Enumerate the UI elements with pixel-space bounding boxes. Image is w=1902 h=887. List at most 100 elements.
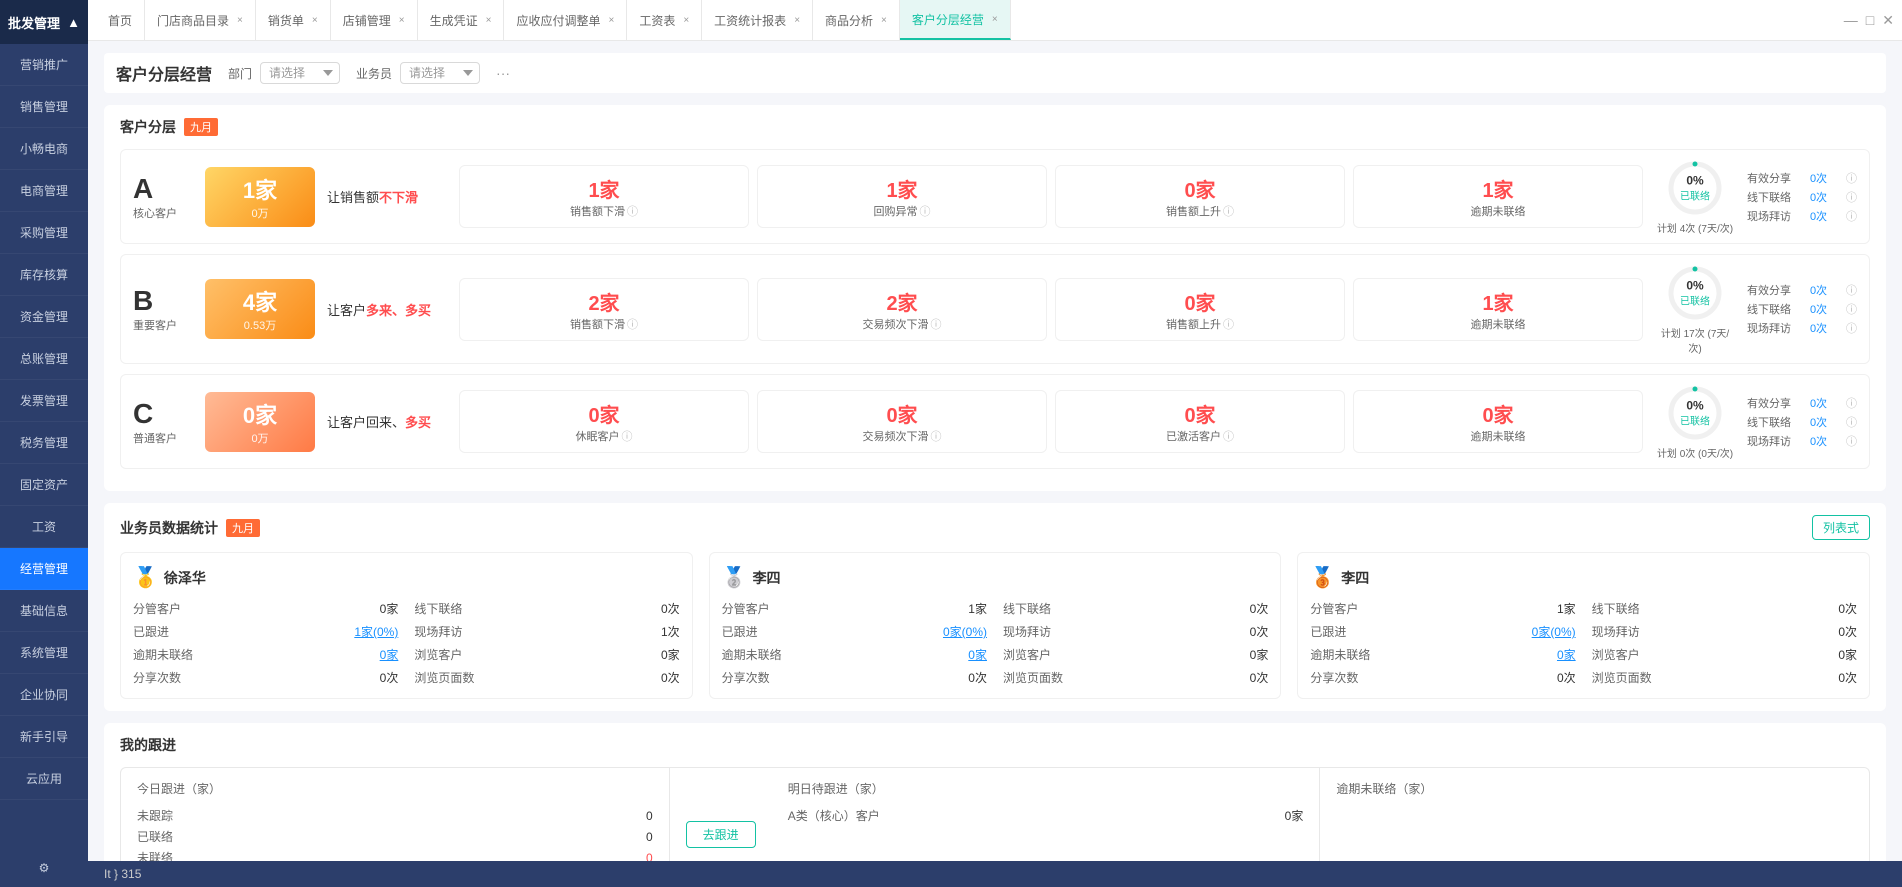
sidebar-item-基础信息[interactable]: 基础信息 (0, 590, 88, 632)
followup-section: 我的跟进 今日跟进（家） 未跟踪 0 已联络 0 未联络 0 下次跟进 0 (104, 723, 1886, 861)
staff-stat-row: 现场拜访 0次 (1003, 623, 1268, 640)
info-icon[interactable]: ⓘ (627, 203, 638, 219)
stat-card: 1家 回购异常 ⓘ (757, 165, 1047, 228)
tab-商品分析[interactable]: 商品分析× (813, 0, 900, 40)
info-icon[interactable]: ⓘ (1223, 428, 1234, 444)
sidebar-item-总账管理[interactable]: 总账管理 (0, 338, 88, 380)
info-icon[interactable]: ⓘ (1846, 189, 1857, 205)
more-filters-icon[interactable]: ··· (496, 65, 510, 81)
info-icon[interactable]: ⓘ (1846, 320, 1857, 336)
customer-section-month: 九月 (184, 118, 218, 136)
stat-card: 0家 销售额上升 ⓘ (1055, 165, 1345, 228)
sidebar-item-系统管理[interactable]: 系统管理 (0, 632, 88, 674)
staff-medal-icon: 🥇 (133, 565, 158, 590)
tab-label: 应收应付调整单 (516, 12, 600, 29)
tab-label: 门店商品目录 (157, 12, 229, 29)
sidebar-item-经营管理[interactable]: 经营管理 (0, 548, 88, 590)
tab-店铺管理[interactable]: 店铺管理× (331, 0, 418, 40)
window-controls: — □ ✕ (1844, 12, 1894, 29)
staff-stat-row: 分管客户 0家 (133, 600, 398, 617)
tab-应收应付调整单[interactable]: 应收应付调整单 × (504, 0, 627, 40)
info-icon[interactable]: ⓘ (1846, 208, 1857, 224)
info-icon[interactable]: ⓘ (920, 203, 931, 219)
sidebar-item-税务管理[interactable]: 税务管理 (0, 422, 88, 464)
tab-首页[interactable]: 首页 (96, 0, 145, 40)
staff-stat-row: 分享次数 0次 (722, 669, 987, 686)
tab-门店商品目录[interactable]: 门店商品目录 × (145, 0, 256, 40)
info-icon[interactable]: ⓘ (1223, 203, 1234, 219)
sidebar-item-小畅电商[interactable]: 小畅电商 (0, 128, 88, 170)
today-col-title: 今日跟进（家） (137, 780, 653, 797)
staff-stat-row: 逾期未联络 0家 (722, 646, 987, 663)
tab-生成凭证[interactable]: 生成凭证× (418, 0, 505, 40)
sidebar-item-库存核算[interactable]: 库存核算 (0, 254, 88, 296)
tab-close-icon[interactable]: × (399, 15, 405, 26)
sidebar-nav: 营销推广销售管理小畅电商电商管理采购管理库存核算资金管理总账管理发票管理税务管理… (0, 44, 88, 800)
go-followup-button[interactable]: 去跟进 (686, 821, 756, 848)
staff-medal-icon: 🥉 (1310, 565, 1335, 590)
bottom-bar: It } 315 (88, 861, 1902, 887)
sidebar-item-固定资产[interactable]: 固定资产 (0, 464, 88, 506)
tab-close-icon[interactable]: × (608, 15, 614, 26)
sidebar-item-企业协同[interactable]: 企业协同 (0, 674, 88, 716)
dept-label: 部门 (228, 65, 252, 82)
staff-section-title: 业务员数据统计 (120, 518, 218, 538)
info-icon[interactable]: ⓘ (622, 428, 633, 444)
stat-card: 0家 销售额上升 ⓘ (1055, 278, 1345, 341)
maximize-button[interactable]: □ (1866, 12, 1874, 28)
tab-工资统计报表[interactable]: 工资统计报表 × (702, 0, 813, 40)
tab-label: 工资统计报表 (714, 12, 786, 29)
info-icon[interactable]: ⓘ (627, 316, 638, 332)
stat-card: 1家 销售额下滑 ⓘ (459, 165, 749, 228)
info-icon[interactable]: ⓘ (1846, 170, 1857, 186)
staff-card-李四: 🥈 李四 分管客户 1家 线下联络 0次 已跟进 0家(0%) 现场拜访 0次 (709, 552, 1282, 699)
settings-button[interactable]: ⚙ (0, 849, 88, 887)
tab-客户分层经营[interactable]: 客户分层经营× (900, 0, 1011, 40)
list-view-button[interactable]: 列表式 (1812, 515, 1870, 540)
tier-slogan-A: 让销售额不下滑 (327, 187, 447, 206)
sidebar-toggle-icon[interactable]: ▲ (67, 15, 80, 30)
sidebar-item-发票管理[interactable]: 发票管理 (0, 380, 88, 422)
sidebar-item-新手引导[interactable]: 新手引导 (0, 716, 88, 758)
tab-close-icon[interactable]: × (881, 15, 887, 26)
tomorrow-col-title: 明日待跟进（家） (788, 780, 1304, 797)
sidebar-title: 批发管理 (8, 13, 60, 32)
tier-slogan-C: 让客户回来、多买 (327, 412, 447, 431)
sidebar-item-工资[interactable]: 工资 (0, 506, 88, 548)
info-icon[interactable]: ⓘ (1846, 414, 1857, 430)
sidebar-item-营销推广[interactable]: 营销推广 (0, 44, 88, 86)
customer-section: 客户分层 九月 A 核心客户 1家 0万 让销售额不下滑 1家 销售额下滑 ⓘ … (104, 105, 1886, 491)
tier-right-stats-B: 有效分享 0次 ⓘ 线下联络 0次 ⓘ 现场拜访 0次 ⓘ (1747, 282, 1857, 336)
sidebar-item-采购管理[interactable]: 采购管理 (0, 212, 88, 254)
followup-section-title: 我的跟进 (120, 735, 1870, 755)
close-button[interactable]: ✕ (1882, 12, 1894, 29)
tier-count-box-C: 0家 0万 (205, 392, 315, 452)
tab-close-icon[interactable]: × (794, 15, 800, 26)
tab-销货单[interactable]: 销货单× (256, 0, 331, 40)
tab-close-icon[interactable]: × (312, 15, 318, 26)
info-icon[interactable]: ⓘ (1846, 301, 1857, 317)
tab-close-icon[interactable]: × (486, 15, 492, 26)
sidebar-item-电商管理[interactable]: 电商管理 (0, 170, 88, 212)
today-row: 未联络 0 (137, 847, 653, 861)
today-row: 已联络 0 (137, 826, 653, 847)
info-icon[interactable]: ⓘ (1846, 433, 1857, 449)
minimize-button[interactable]: — (1844, 12, 1858, 28)
tab-close-icon[interactable]: × (992, 14, 998, 25)
info-icon[interactable]: ⓘ (1223, 316, 1234, 332)
tab-close-icon[interactable]: × (237, 15, 243, 26)
dept-select[interactable]: 请选择 (260, 62, 340, 84)
tab-工资表[interactable]: 工资表× (627, 0, 702, 40)
info-icon[interactable]: ⓘ (1846, 282, 1857, 298)
staff-stat-row: 分享次数 0次 (133, 669, 398, 686)
sidebar-item-资金管理[interactable]: 资金管理 (0, 296, 88, 338)
info-icon[interactable]: ⓘ (1846, 395, 1857, 411)
sidebar: 批发管理 ▲ 营销推广销售管理小畅电商电商管理采购管理库存核算资金管理总账管理发… (0, 0, 88, 887)
staff-name-row: 🥇 徐泽华 (133, 565, 680, 590)
info-icon[interactable]: ⓘ (931, 316, 942, 332)
staff-select[interactable]: 请选择 (400, 62, 480, 84)
sidebar-item-销售管理[interactable]: 销售管理 (0, 86, 88, 128)
tab-close-icon[interactable]: × (683, 15, 689, 26)
sidebar-item-云应用[interactable]: 云应用 (0, 758, 88, 800)
info-icon[interactable]: ⓘ (931, 428, 942, 444)
